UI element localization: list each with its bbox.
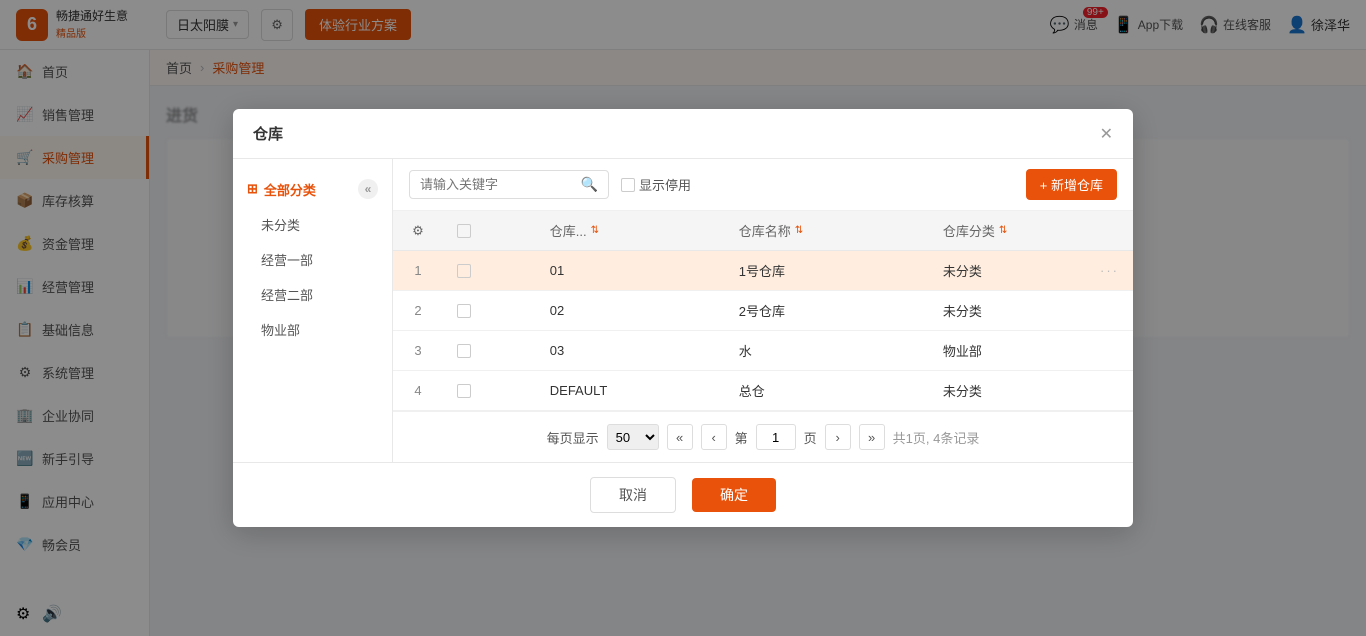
sort-icon-code: ⇅ — [591, 225, 599, 236]
search-icon[interactable]: 🔍 — [581, 176, 598, 193]
row-name: 1号仓库 — [725, 251, 929, 291]
row-checkbox-cell — [443, 291, 536, 331]
prev-page-button[interactable]: ‹ — [701, 424, 727, 450]
select-all-checkbox[interactable] — [457, 224, 471, 238]
page-unit: 页 — [804, 428, 817, 447]
row-name: 2号仓库 — [725, 291, 929, 331]
row-code: 03 — [536, 331, 725, 371]
row-num: 2 — [393, 291, 443, 331]
row-num: 1 — [393, 251, 443, 291]
col-checkbox-header — [443, 211, 536, 251]
row-code: 02 — [536, 291, 725, 331]
table-row[interactable]: 1 01 1号仓库 未分类 ··· — [393, 251, 1133, 291]
table-row[interactable]: 2 02 2号仓库 未分类 — [393, 291, 1133, 331]
confirm-button[interactable]: 确定 — [692, 478, 776, 512]
grid-icon: ⊞ — [247, 181, 258, 197]
search-box: 🔍 — [409, 170, 609, 199]
add-warehouse-button[interactable]: + 新增仓库 — [1026, 169, 1117, 200]
row-num: 3 — [393, 331, 443, 371]
table-panel: 🔍 显示停用 + 新增仓库 ⚙ — [393, 159, 1133, 462]
warehouse-modal: 仓库 ✕ ⊞ 全部分类 « 未分类 经营一部 经营二部 物业部 — [233, 109, 1133, 527]
col-settings: ⚙ — [393, 211, 443, 251]
cancel-button[interactable]: 取消 — [590, 477, 676, 513]
sort-icon-name: ⇅ — [795, 225, 803, 236]
row-name: 总仓 — [725, 371, 929, 411]
row-code: 01 — [536, 251, 725, 291]
row-checkbox[interactable] — [457, 344, 471, 358]
all-categories[interactable]: ⊞ 全部分类 « — [233, 171, 392, 207]
row-category: 未分类 — [929, 291, 1133, 330]
row-num: 4 — [393, 371, 443, 411]
page-label: 第 — [735, 428, 748, 447]
category-unclassified[interactable]: 未分类 — [233, 207, 392, 242]
modal-title: 仓库 — [253, 123, 283, 144]
category-dept2[interactable]: 经营二部 — [233, 277, 392, 312]
modal-close-button[interactable]: ✕ — [1100, 124, 1113, 144]
row-category: 物业部 — [929, 331, 1133, 370]
collapse-button[interactable]: « — [358, 179, 378, 199]
first-page-button[interactable]: « — [667, 424, 693, 450]
modal-body: ⊞ 全部分类 « 未分类 经营一部 经营二部 物业部 🔍 — [233, 159, 1133, 462]
row-category: 未分类 — [929, 371, 1133, 410]
per-page-label: 每页显示 — [547, 428, 599, 447]
row-more-icon[interactable]: ··· — [1100, 263, 1119, 278]
search-input[interactable] — [420, 177, 581, 192]
row-code: DEFAULT — [536, 371, 725, 411]
row-checkbox[interactable] — [457, 384, 471, 398]
col-gear-icon: ⚙ — [412, 223, 424, 238]
modal-footer: 取消 确定 — [233, 462, 1133, 527]
row-checkbox-cell — [443, 251, 536, 291]
total-info: 共1页, 4条记录 — [893, 428, 980, 447]
show-disabled-label: 显示停用 — [639, 175, 691, 194]
category-dept1[interactable]: 经营一部 — [233, 242, 392, 277]
table-row[interactable]: 4 DEFAULT 总仓 未分类 — [393, 371, 1133, 411]
table-row[interactable]: 3 03 水 物业部 — [393, 331, 1133, 371]
show-disabled-checkbox[interactable] — [621, 178, 635, 192]
category-panel: ⊞ 全部分类 « 未分类 经营一部 经营二部 物业部 — [233, 159, 393, 462]
category-property[interactable]: 物业部 — [233, 312, 392, 347]
next-page-button[interactable]: › — [825, 424, 851, 450]
pagination: 每页显示 50 10 20 100 « ‹ 第 页 › » 共1页, 4条记录 — [393, 411, 1133, 462]
row-checkbox[interactable] — [457, 304, 471, 318]
all-categories-label: 全部分类 — [264, 180, 316, 199]
page-number-input[interactable] — [756, 424, 796, 450]
row-name: 水 — [725, 331, 929, 371]
toolbar: 🔍 显示停用 + 新增仓库 — [393, 159, 1133, 211]
col-code: 仓库... ⇅ — [536, 211, 725, 251]
row-checkbox[interactable] — [457, 264, 471, 278]
modal-header: 仓库 ✕ — [233, 109, 1133, 159]
row-category: 未分类 ··· — [929, 251, 1133, 290]
warehouse-table: ⚙ 仓库... ⇅ — [393, 211, 1133, 411]
last-page-button[interactable]: » — [859, 424, 885, 450]
col-category: 仓库分类 ⇅ — [929, 211, 1133, 251]
show-disabled-toggle: 显示停用 — [621, 175, 691, 194]
per-page-select[interactable]: 50 10 20 100 — [607, 424, 659, 450]
col-name: 仓库名称 ⇅ — [725, 211, 929, 251]
sort-icon-category: ⇅ — [999, 225, 1007, 236]
row-checkbox-cell — [443, 371, 536, 411]
row-checkbox-cell — [443, 331, 536, 371]
